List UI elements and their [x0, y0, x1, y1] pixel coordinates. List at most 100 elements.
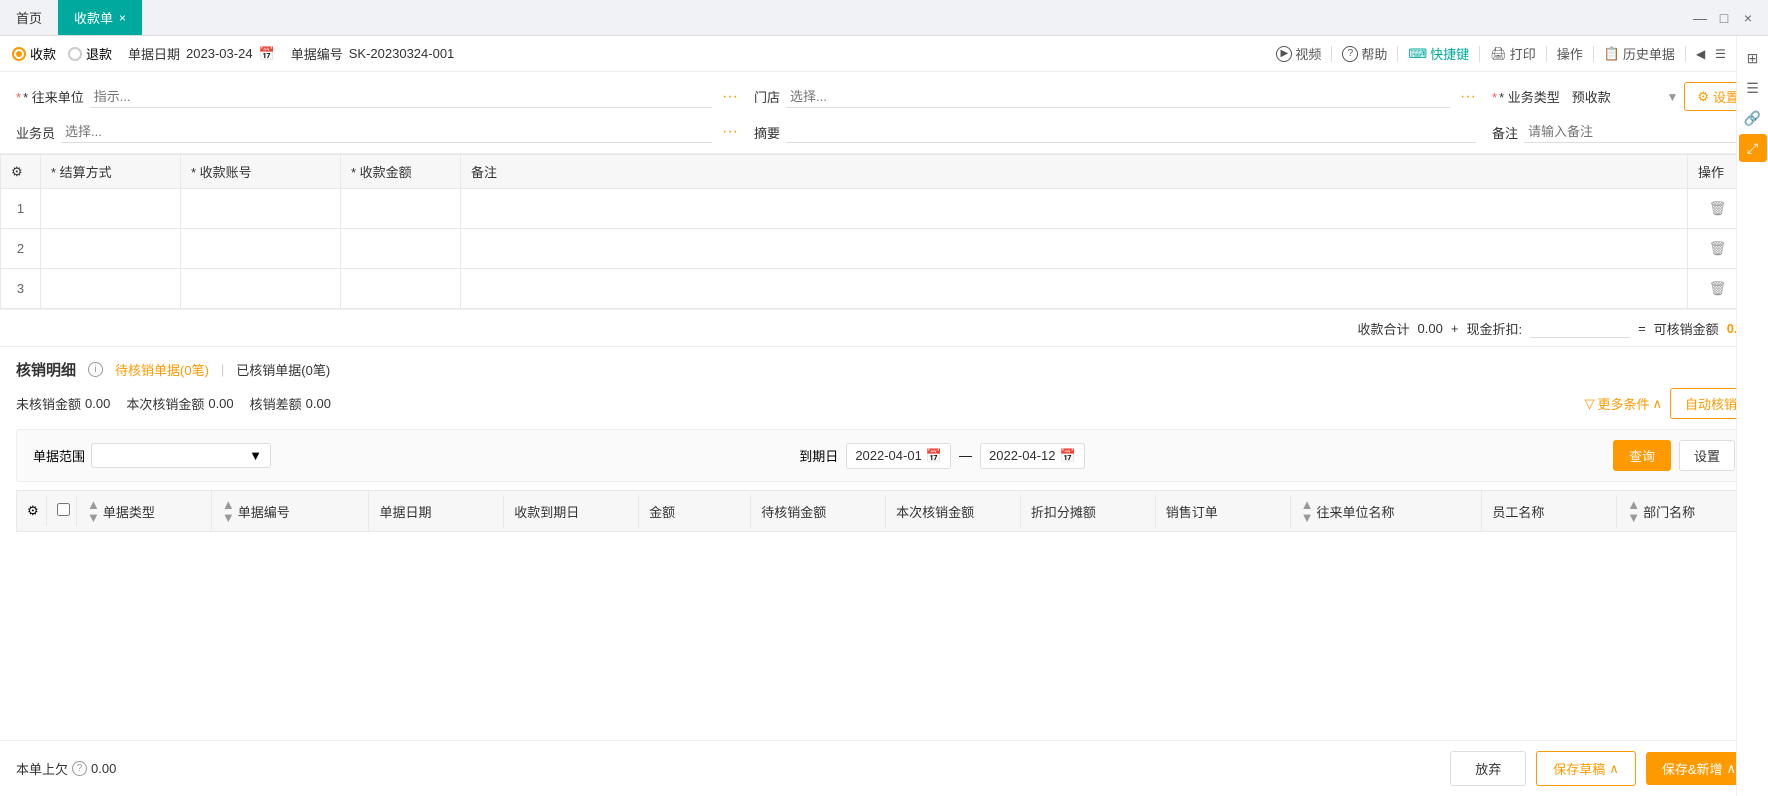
- hx-info-icon[interactable]: i: [88, 362, 103, 377]
- bottom-info-icon[interactable]: ?: [72, 761, 87, 776]
- history-action[interactable]: 📋 历史单据: [1604, 44, 1675, 63]
- sub-sort-icon-3[interactable]: ▲▼: [1301, 498, 1314, 524]
- sidebar-table-icon[interactable]: ⊞: [1739, 44, 1767, 72]
- date-value[interactable]: 2023-03-24: [186, 46, 253, 61]
- range-field: 单据范围 ▼: [33, 443, 271, 468]
- hx-pending-tab[interactable]: 待核销单据(0笔): [115, 360, 209, 379]
- shop-ellipsis[interactable]: ···: [1460, 88, 1476, 106]
- gear-icon: ⚙: [11, 164, 23, 179]
- delete-icon-1[interactable]: 🗑: [1709, 200, 1727, 216]
- tab-close-icon[interactable]: ×: [119, 11, 126, 25]
- cell-settlement-1[interactable]: [41, 189, 181, 229]
- table-row: 2 🗑 ⧉: [1, 229, 1768, 269]
- tab-receipt[interactable]: 收款单 ×: [58, 0, 142, 35]
- diff-value: 0.00: [306, 396, 331, 411]
- table-row: 3 🗑 ⧉: [1, 269, 1768, 309]
- hx-title: 核销明细: [16, 359, 76, 380]
- form-row-1: ** 往来单位 ··· 门店 ··· ** 业务类型 预收款 ▼ ⚙ 设置: [16, 82, 1752, 111]
- calendar-to-icon[interactable]: 📅: [1060, 448, 1076, 464]
- help-action[interactable]: ? 帮助: [1342, 44, 1387, 63]
- operate-action[interactable]: 操作: [1557, 44, 1583, 63]
- shortcut-icon: ⌨: [1408, 46, 1427, 62]
- select-all-checkbox[interactable]: [57, 503, 70, 516]
- sidebar-link-icon[interactable]: 🔗: [1739, 104, 1767, 132]
- divider-2: [1397, 46, 1398, 62]
- th-remark: 备注: [461, 155, 1688, 189]
- date-label: 到期日: [799, 446, 838, 465]
- radio-receipt[interactable]: 收款: [12, 44, 56, 63]
- close-window-button[interactable]: ×: [1740, 10, 1756, 26]
- sub-th-partner-label: 往来单位名称: [1316, 502, 1394, 521]
- biz-type-dropdown-icon[interactable]: ▼: [1666, 90, 1678, 104]
- tab-receipt-label: 收款单: [74, 8, 113, 27]
- nav-left[interactable]: ◀: [1696, 47, 1705, 61]
- salesperson-label: 业务员: [16, 123, 55, 142]
- sub-th-pending: 待核销金额: [751, 495, 886, 528]
- cell-remark-3[interactable]: [461, 269, 1688, 309]
- maximize-button[interactable]: □: [1716, 10, 1732, 26]
- cell-settlement-2[interactable]: [41, 229, 181, 269]
- salesperson-ellipsis[interactable]: ···: [722, 123, 738, 141]
- partner-ellipsis[interactable]: ···: [722, 88, 738, 106]
- discard-button[interactable]: 放弃: [1450, 751, 1526, 786]
- hx-header: 核销明细 i 待核销单据(0笔) | 已核销单据(0笔): [16, 359, 1752, 380]
- cell-amount-2[interactable]: [341, 229, 461, 269]
- print-action[interactable]: 🖨 打印: [1490, 44, 1536, 63]
- sub-th-checkbox-col[interactable]: [47, 496, 77, 526]
- shop-input[interactable]: [786, 86, 1450, 108]
- range-select[interactable]: ▼: [91, 443, 271, 468]
- partner-input[interactable]: [90, 86, 712, 108]
- help-icon: ?: [1342, 46, 1358, 62]
- delete-icon-3[interactable]: 🗑: [1709, 280, 1727, 296]
- sub-sort-icon-4[interactable]: ▲▼: [1627, 498, 1640, 524]
- remark-input[interactable]: [1524, 121, 1752, 143]
- th-settings[interactable]: ⚙: [1, 155, 41, 189]
- calendar-icon[interactable]: 📅: [259, 46, 275, 62]
- shortcut-action[interactable]: ⌨ 快捷键: [1408, 44, 1469, 63]
- query-button[interactable]: 查询: [1613, 440, 1671, 471]
- cell-account-2[interactable]: [181, 229, 341, 269]
- sub-sort-icon[interactable]: ▲▼: [87, 498, 100, 524]
- radio-refund[interactable]: 退款: [68, 44, 112, 63]
- video-action[interactable]: ▶ 视频: [1276, 44, 1321, 63]
- sidebar-list-icon[interactable]: ☰: [1739, 74, 1767, 102]
- cell-remark-2[interactable]: [461, 229, 1688, 269]
- number-value[interactable]: SK-20230324-001: [349, 46, 455, 61]
- summary-input[interactable]: [786, 121, 1476, 143]
- cell-amount-3[interactable]: [341, 269, 461, 309]
- sub-sort-icon-2[interactable]: ▲▼: [222, 498, 235, 524]
- calendar-from-icon[interactable]: 📅: [926, 448, 942, 464]
- tab-home[interactable]: 首页: [0, 0, 58, 35]
- save-draft-button[interactable]: 保存草稿 ∧: [1536, 751, 1636, 786]
- filter-icon: ▽: [1584, 396, 1594, 412]
- divider-6: [1685, 46, 1686, 62]
- shop-field: 门店 ···: [754, 86, 1476, 108]
- radio-refund-label: 退款: [86, 44, 112, 63]
- sub-th-employee-label: 员工名称: [1492, 502, 1544, 521]
- range-label: 单据范围: [33, 446, 85, 465]
- cell-amount-1[interactable]: [341, 189, 461, 229]
- cell-settlement-3[interactable]: [41, 269, 181, 309]
- cell-account-1[interactable]: [181, 189, 341, 229]
- radio-receipt-dot: [12, 47, 26, 61]
- summary-field: 摘要: [754, 121, 1476, 143]
- discount-input[interactable]: [1530, 318, 1630, 338]
- sub-th-due-date: 收款到期日: [504, 495, 639, 528]
- cell-remark-1[interactable]: [461, 189, 1688, 229]
- sub-th-gear[interactable]: ⚙: [17, 496, 47, 526]
- minimize-button[interactable]: —: [1692, 10, 1708, 26]
- date-from-wrap[interactable]: 2022-04-01 📅: [846, 443, 951, 469]
- toolbar-actions: ▶ 视频 ? 帮助 ⌨ 快捷键 🖨 打印 操作: [1276, 44, 1756, 63]
- layout-icon[interactable]: ☰: [1715, 47, 1726, 61]
- cell-account-3[interactable]: [181, 269, 341, 309]
- more-conditions-btn[interactable]: ▽ 更多条件 ∧: [1584, 394, 1662, 413]
- hx-done-tab[interactable]: 已核销单据(0笔): [236, 360, 330, 379]
- save-label: 保存&新增: [1662, 759, 1723, 778]
- hx-settings-button[interactable]: 设置: [1679, 440, 1735, 471]
- sidebar-expand-icon[interactable]: ⤢: [1739, 134, 1767, 162]
- hx-section: 核销明细 i 待核销单据(0笔) | 已核销单据(0笔) 未核销金额 0.00 …: [0, 347, 1768, 544]
- salesperson-input[interactable]: [61, 121, 712, 143]
- date-to-wrap[interactable]: 2022-04-12 📅: [980, 443, 1085, 469]
- delete-icon-2[interactable]: 🗑: [1709, 240, 1727, 256]
- sub-th-discount: 折扣分摊额: [1021, 495, 1156, 528]
